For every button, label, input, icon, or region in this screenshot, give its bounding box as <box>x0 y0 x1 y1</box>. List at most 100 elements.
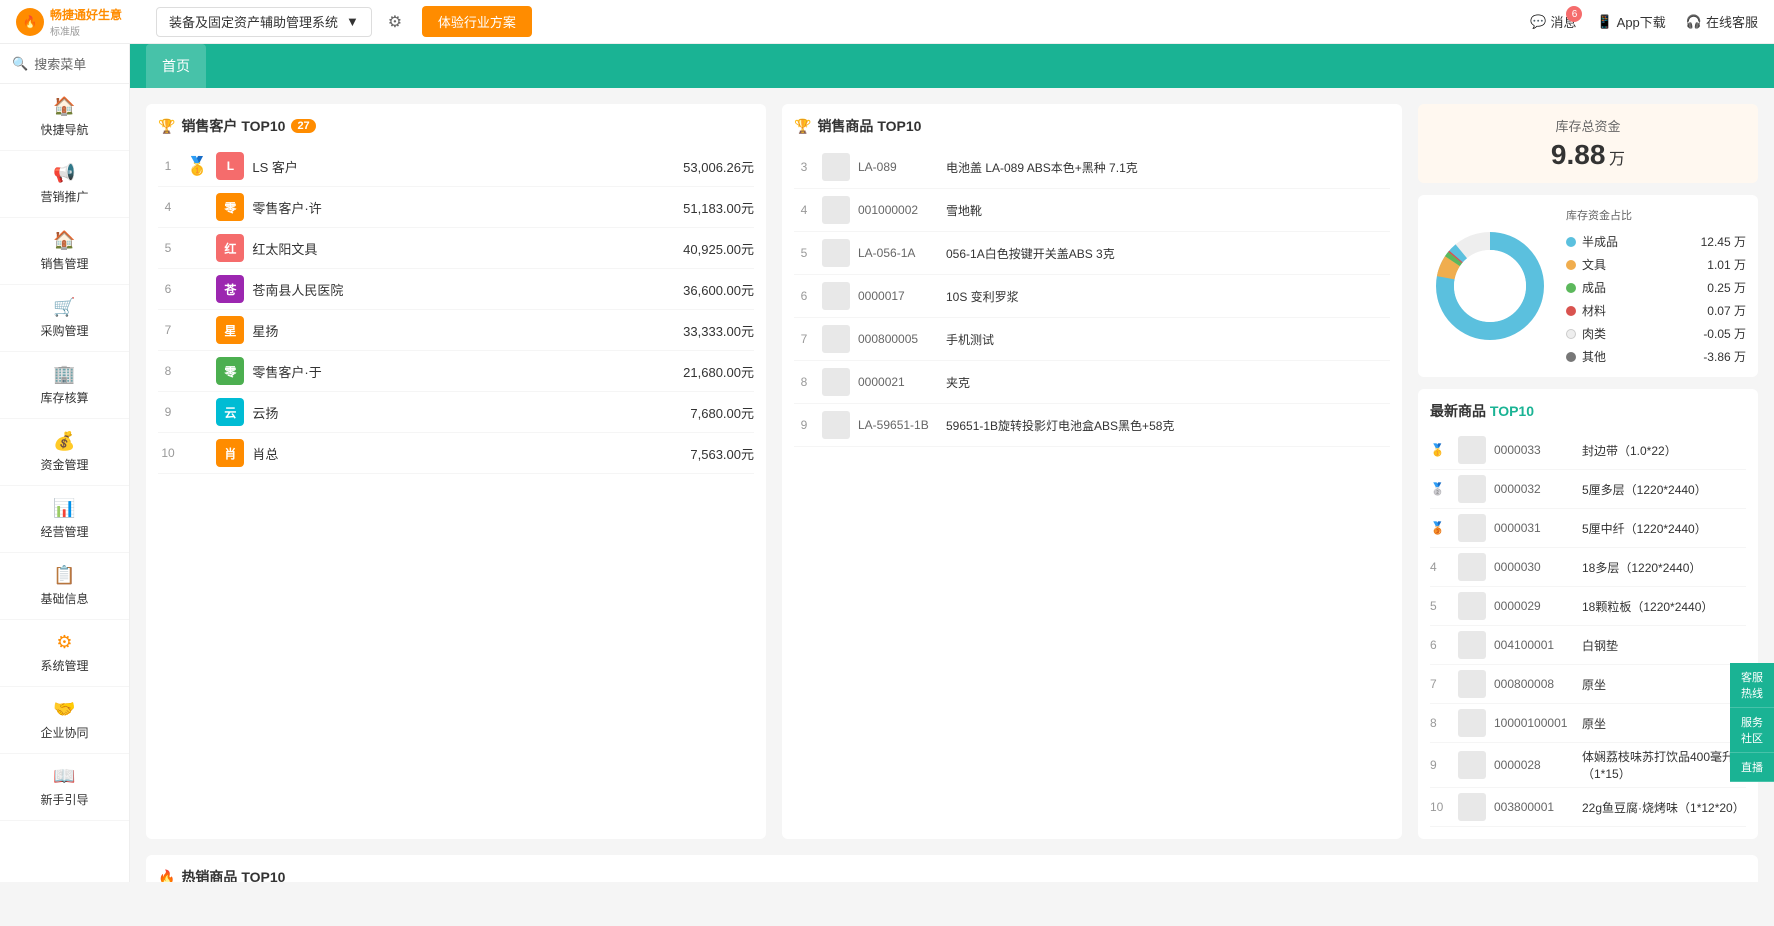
product-item: 8 0000021 夹克 <box>794 361 1390 404</box>
product-item: 6 0000017 10S 变利罗浆 <box>794 275 1390 318</box>
list-item: 10 🥇 肖 肖总 7,563.00元 <box>158 433 754 474</box>
operation-icon: 📊 <box>53 498 75 519</box>
settings-button[interactable]: ⚙ <box>380 7 410 37</box>
float-buttons: 客服热线 服务社区 直播 <box>1730 663 1774 782</box>
product-thumbnail <box>1458 475 1486 503</box>
avatar: 零 <box>216 357 244 385</box>
legend-color-dot <box>1566 352 1576 362</box>
sidebar-item-marketing[interactable]: 📢 营销推广 <box>0 151 129 218</box>
hot-products-title: 🔥 热销商品 TOP10 <box>158 867 1746 882</box>
legend-label: 库存资金占比 <box>1566 207 1746 223</box>
legend-item: 肉类 -0.05 万 <box>1566 325 1746 342</box>
latest-item: 🥈 0000032 5厘多层（1220*2440） <box>1430 470 1746 509</box>
product-item: 7 000800005 手机测试 <box>794 318 1390 361</box>
sidebar-item-label: 新手引导 <box>40 791 88 808</box>
product-thumbnail <box>1458 514 1486 542</box>
trial-button[interactable]: 体验行业方案 <box>422 6 532 37</box>
home-icon: 🏠 <box>53 96 75 117</box>
legend-color-dot <box>1566 260 1576 270</box>
product-thumbnail <box>1458 436 1486 464</box>
sidebar-item-label: 系统管理 <box>40 657 88 674</box>
sales-product-title: 🏆 销售商品 TOP10 <box>794 116 1390 136</box>
sidebar-item-operation[interactable]: 📊 经营管理 <box>0 486 129 553</box>
sidebar-item-quick-nav[interactable]: 🏠 快捷导航 <box>0 84 129 151</box>
list-item: 6 🥇 苍 苍南县人民医院 36,600.00元 <box>158 269 754 310</box>
dropdown-icon: ▼ <box>346 14 359 29</box>
latest-item: 🥇 0000033 封边带（1.0*22） <box>1430 431 1746 470</box>
search-menu-item[interactable]: 🔍 搜索菜单 <box>0 44 129 84</box>
sales-icon: 🏠 <box>53 230 75 251</box>
purchase-icon: 🛒 <box>53 297 75 318</box>
logo-area: 🔥 畅捷通好生意 标准版 <box>16 6 146 38</box>
donut-chart <box>1430 226 1550 346</box>
page-tabs: 首页 <box>130 44 1774 88</box>
system-selector[interactable]: 装备及固定资产辅助管理系统 ▼ <box>156 7 372 37</box>
sales-product-card: 🏆 销售商品 TOP10 3 LA-089 电池盖 LA-089 ABS本色+黑… <box>782 104 1402 839</box>
app-download-button[interactable]: 📱 App下载 <box>1596 12 1665 31</box>
message-icon: 💬 <box>1530 14 1546 30</box>
system-icon: ⚙ <box>56 632 72 653</box>
legend-color-dot <box>1566 237 1576 247</box>
sidebar-item-guide[interactable]: 📖 新手引导 <box>0 754 129 821</box>
sidebar-item-label: 采购管理 <box>40 322 88 339</box>
avatar: L <box>216 152 244 180</box>
sidebar-item-label: 营销推广 <box>40 188 88 205</box>
sidebar-item-basic[interactable]: 📋 基础信息 <box>0 553 129 620</box>
sidebar-item-system[interactable]: ⚙ 系统管理 <box>0 620 129 687</box>
phone-icon: 📱 <box>1596 14 1612 30</box>
list-item: 5 🥇 红 红太阳文具 40,925.00元 <box>158 228 754 269</box>
sidebar-item-label: 企业协同 <box>40 724 88 741</box>
avatar: 肖 <box>216 439 244 467</box>
bottom-section: 🔥 热销商品 TOP10 1 🥇 0000001 中华神器 2 🥈 000500… <box>130 839 1774 882</box>
online-service-button[interactable]: 🎧 在线客服 <box>1686 12 1758 31</box>
latest-item: 4 0000030 18多层（1220*2440） <box>1430 548 1746 587</box>
customer-service-button[interactable]: 客服热线 <box>1730 663 1774 708</box>
logo-icon: 🔥 <box>16 8 44 36</box>
trophy-icon: 🏆 <box>794 118 811 135</box>
inventory-icon: 🏢 <box>53 364 75 385</box>
legend-item: 材料 0.07 万 <box>1566 302 1746 319</box>
sidebar-item-inventory[interactable]: 🏢 库存核算 <box>0 352 129 419</box>
top-section: 🏆 销售客户 TOP10 27 1 🥇 L LS 客户 53,006.26元 4… <box>130 88 1774 839</box>
avatar: 星 <box>216 316 244 344</box>
latest-products-title: 最新商品 TOP10 <box>1430 401 1746 421</box>
inventory-section: 库存总资金 9.88 万 <box>1418 104 1758 839</box>
latest-item: 10 003800001 22g鱼豆腐·烧烤味（1*12*20） <box>1430 788 1746 827</box>
sales-customer-title: 🏆 销售客户 TOP10 27 <box>158 116 754 136</box>
avatar: 红 <box>216 234 244 262</box>
home-tab[interactable]: 首页 <box>146 44 206 88</box>
top-bar: 🔥 畅捷通好生意 标准版 装备及固定资产辅助管理系统 ▼ ⚙ 体验行业方案 💬 … <box>0 0 1774 44</box>
legend-item: 半成品 12.45 万 <box>1566 233 1746 250</box>
sidebar-item-label: 经营管理 <box>40 523 88 540</box>
list-item: 7 🥇 星 星扬 33,333.00元 <box>158 310 754 351</box>
hot-products-card: 🔥 热销商品 TOP10 1 🥇 0000001 中华神器 2 🥈 000500… <box>146 855 1758 882</box>
product-item: 5 LA-056-1A 056-1A白色按键开关盖ABS 3克 <box>794 232 1390 275</box>
avatar: 零 <box>216 193 244 221</box>
product-thumbnail <box>1458 631 1486 659</box>
list-item: 9 🥇 云 云扬 7,680.00元 <box>158 392 754 433</box>
legend-color-dot <box>1566 306 1576 316</box>
service-icon: 🎧 <box>1686 14 1702 30</box>
sidebar-item-cooperation[interactable]: 🤝 企业协同 <box>0 687 129 754</box>
product-thumbnail <box>1458 670 1486 698</box>
community-button[interactable]: 服务社区 <box>1730 708 1774 753</box>
sidebar-item-label: 基础信息 <box>40 590 88 607</box>
guide-icon: 📖 <box>53 766 75 787</box>
logo-text: 畅捷通好生意 标准版 <box>50 6 122 38</box>
list-item: 8 🥇 零 零售客户·于 21,680.00元 <box>158 351 754 392</box>
product-thumbnail <box>822 411 850 439</box>
inventory-chart-card: 库存资金占比 半成品 12.45 万 文具 1.01 万 <box>1418 195 1758 377</box>
cooperation-icon: 🤝 <box>53 699 75 720</box>
product-thumbnail <box>822 282 850 310</box>
list-item: 4 🥇 零 零售客户·许 51,183.00元 <box>158 187 754 228</box>
product-thumbnail <box>1458 709 1486 737</box>
basic-icon: 📋 <box>53 565 75 586</box>
sidebar-item-finance[interactable]: 💰 资金管理 <box>0 419 129 486</box>
sidebar-item-label: 销售管理 <box>40 255 88 272</box>
latest-item: 9 0000028 体娴荔枝味苏打饮品400毫升（1*15） <box>1430 743 1746 788</box>
sidebar-item-sales[interactable]: 🏠 销售管理 <box>0 218 129 285</box>
messages-button[interactable]: 💬 消息 6 <box>1530 12 1576 31</box>
live-button[interactable]: 直播 <box>1730 753 1774 782</box>
sidebar-item-purchase[interactable]: 🛒 采购管理 <box>0 285 129 352</box>
product-thumbnail <box>822 325 850 353</box>
